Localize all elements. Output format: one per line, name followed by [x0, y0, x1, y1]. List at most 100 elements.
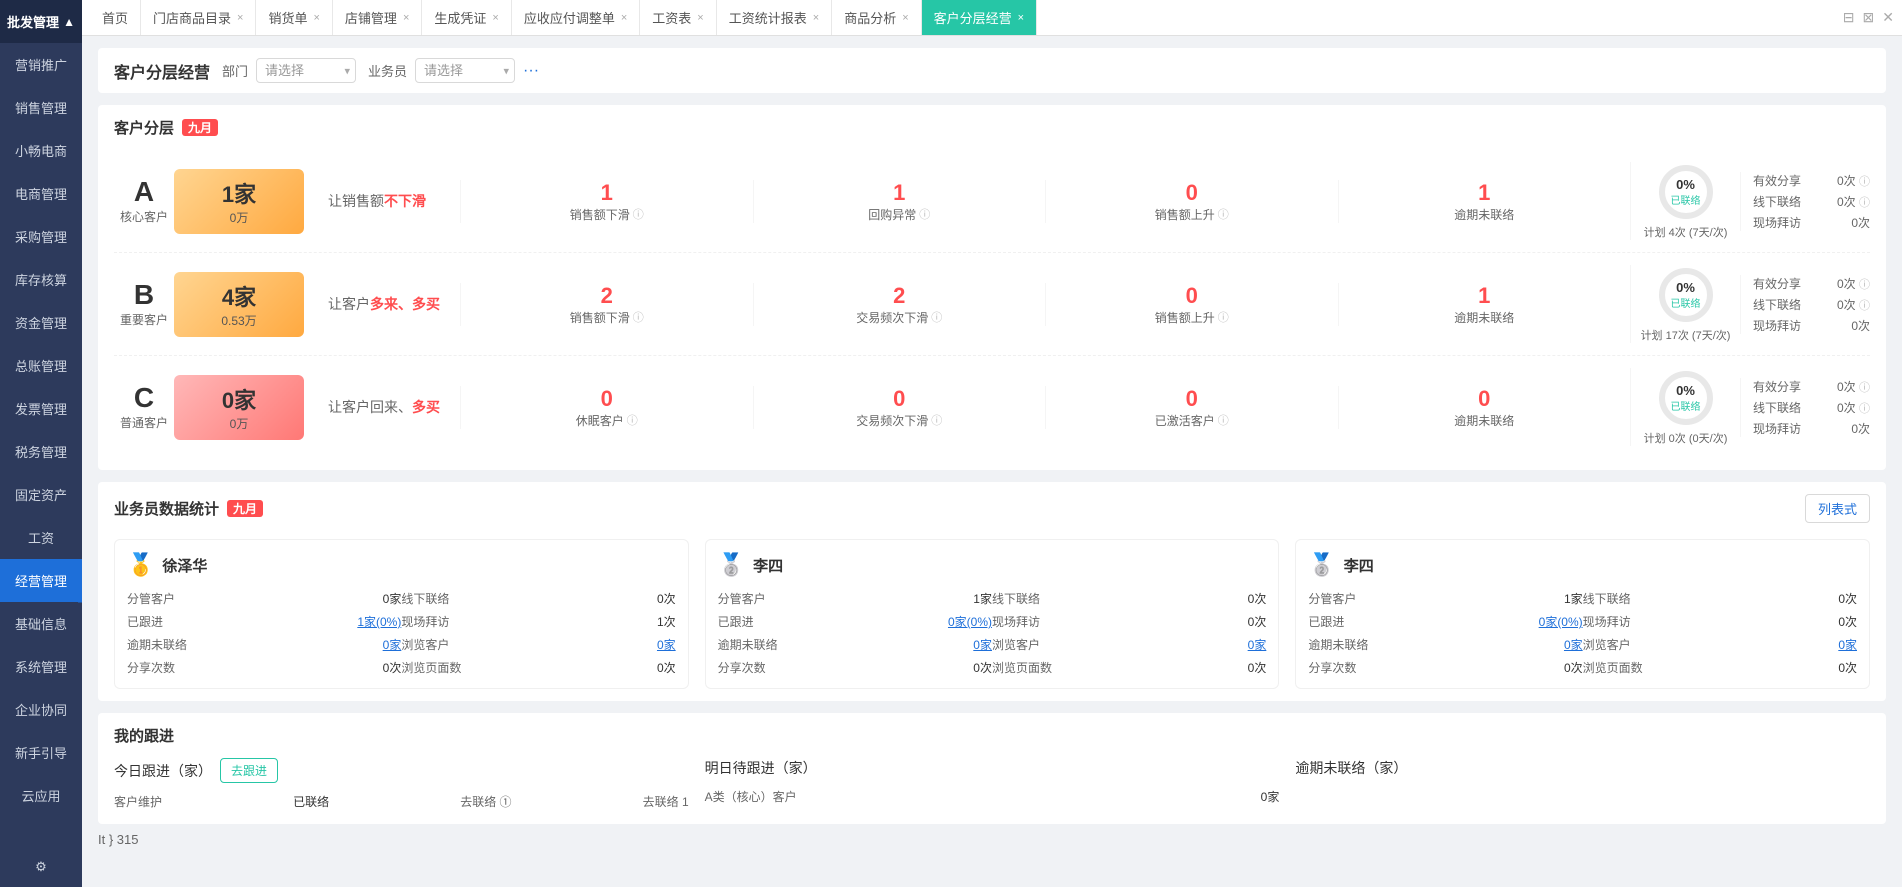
tier-B-slogan: 让客户多来、多买: [320, 294, 460, 314]
tier-A-stat-1[interactable]: 1 销售额下滑ⓘ: [460, 180, 753, 223]
followup-section: 我的跟进 今日跟进（家） 去跟进 客户维护已联络去联络 ①去联络 1 明日待跟进…: [98, 713, 1886, 824]
salesperson-card-0: 🥇 徐泽华 分管客户0家 线下联络0次 已跟进1家(0%) 现场拜访1次 逾期未…: [114, 539, 689, 689]
sales-header: 业务员数据统计 九月 列表式: [114, 494, 1870, 523]
goto-followup-button[interactable]: 去跟进: [220, 758, 278, 783]
tier-B-stat-2[interactable]: 2 交易频次下滑ⓘ: [753, 283, 1046, 326]
followup-card-overdue: 逾期未联络（家）: [1295, 758, 1870, 812]
tier-B-circle: 0% 已联络 计划 17次 (7天/次): [1630, 265, 1740, 343]
salesperson-grid: 🥇 徐泽华 分管客户0家 线下联络0次 已跟进1家(0%) 现场拜访1次 逾期未…: [114, 539, 1870, 689]
salesperson-select[interactable]: 请选择: [415, 58, 515, 83]
sidebar-item-ledger[interactable]: 总账管理: [0, 344, 82, 387]
sidebar-item-collab[interactable]: 企业协同: [0, 688, 82, 731]
tier-B-stat-4[interactable]: 1 逾期未联络: [1338, 283, 1631, 326]
tier-C-stats: 0 休眠客户ⓘ 0 交易频次下滑ⓘ 0 已激活客户ⓘ 0 逾期未联络: [460, 386, 1630, 429]
sp-header-2: 🥈 李四: [1308, 552, 1857, 578]
sp-avatar-2: 🥈: [1308, 552, 1335, 578]
sidebar-item-basics[interactable]: 基础信息: [0, 602, 82, 645]
tier-A-stat-4[interactable]: 1 逾期未联络: [1338, 180, 1631, 223]
sidebar-item-invoice[interactable]: 发票管理: [0, 387, 82, 430]
tier-C-mini-stats: 有效分享0次 ⓘ 线下联络0次 ⓘ 现场拜访0次: [1740, 378, 1870, 437]
list-view-button[interactable]: 列表式: [1805, 494, 1870, 523]
tab-close-product-analysis[interactable]: ×: [902, 12, 908, 24]
sp-header-1: 🥈 李四: [718, 552, 1267, 578]
followup-today-row-1: 客户维护已联络去联络 ①去联络 1: [114, 791, 689, 812]
customer-month-badge: 九月: [182, 119, 218, 136]
followup-tomorrow-row-1: A类（核心）客户0家: [705, 786, 1280, 807]
sp-stats-2: 分管客户1家 线下联络0次 已跟进0家(0%) 现场拜访0次 逾期未联络0家 浏…: [1308, 590, 1857, 676]
sp-avatar-1: 🥈: [718, 552, 745, 578]
tab-close-payroll-report[interactable]: ×: [813, 12, 819, 24]
tier-row-C: C 普通客户 0家 0万 让客户回来、多买 0 休眠客户ⓘ 0: [114, 356, 1870, 458]
tab-voucher[interactable]: 生成凭证×: [422, 0, 511, 36]
close-icon[interactable]: ✕: [1882, 9, 1894, 26]
followup-tomorrow-title: 明日待跟进（家）: [705, 758, 1280, 778]
dept-filter: 部门 请选择: [222, 58, 356, 83]
tab-customer-tier[interactable]: 客户分层经营×: [922, 0, 1037, 36]
tab-product-analysis[interactable]: 商品分析×: [832, 0, 921, 36]
sidebar-item-assets[interactable]: 固定资产: [0, 473, 82, 516]
dept-label: 部门: [222, 61, 248, 80]
tier-C-stat-4[interactable]: 0 逾期未联络: [1338, 386, 1631, 429]
sidebar-item-purchase[interactable]: 采购管理: [0, 215, 82, 258]
tab-home[interactable]: 首页: [90, 0, 141, 36]
tab-close-customer-tier[interactable]: ×: [1018, 12, 1024, 24]
sidebar-item-management[interactable]: 经营管理: [0, 559, 82, 602]
sidebar-item-tax[interactable]: 税务管理: [0, 430, 82, 473]
sidebar-item-guide[interactable]: 新手引导: [0, 731, 82, 774]
tab-close-sales-order[interactable]: ×: [313, 12, 319, 24]
sidebar-item-system[interactable]: 系统管理: [0, 645, 82, 688]
tier-B-stat-1[interactable]: 2 销售额下滑ⓘ: [460, 283, 753, 326]
minimize-icon[interactable]: ⊟: [1843, 9, 1855, 26]
sp-name-2: 李四: [1344, 555, 1374, 576]
tab-close-voucher[interactable]: ×: [492, 12, 498, 24]
maximize-icon[interactable]: ⊠: [1863, 9, 1875, 26]
tab-close-store-products[interactable]: ×: [237, 12, 243, 24]
sidebar-item-sales[interactable]: 销售管理: [0, 86, 82, 129]
tier-C-stat-2[interactable]: 0 交易频次下滑ⓘ: [753, 386, 1046, 429]
tab-store-mgmt[interactable]: 店铺管理×: [333, 0, 422, 36]
dept-select[interactable]: 请选择: [256, 58, 356, 83]
sidebar-item-salary[interactable]: 工资: [0, 516, 82, 559]
tier-A-count-box[interactable]: 1家 0万: [174, 169, 304, 234]
sales-section: 业务员数据统计 九月 列表式 🥇 徐泽华 分管客户0家 线下联络0次 已跟进1家…: [98, 482, 1886, 701]
more-options-icon[interactable]: ···: [523, 62, 539, 80]
tab-close-ar-ap[interactable]: ×: [621, 12, 627, 24]
sp-stats-1: 分管客户1家 线下联络0次 已跟进0家(0%) 现场拜访0次 逾期未联络0家 浏…: [718, 590, 1267, 676]
tier-A-stats: 1 销售额下滑ⓘ 1 回购异常ⓘ 0 销售额上升ⓘ 1 逾期未联络: [460, 180, 1630, 223]
tab-store-products[interactable]: 门店商品目录×: [141, 0, 256, 36]
tab-close-store-mgmt[interactable]: ×: [403, 12, 409, 24]
sales-month-badge: 九月: [227, 500, 263, 517]
sidebar: 批发管理 ▲ 营销推广 销售管理 小畅电商 电商管理 采购管理 库存核算 资金管…: [0, 0, 82, 887]
followup-grid: 今日跟进（家） 去跟进 客户维护已联络去联络 ①去联络 1 明日待跟进（家） A…: [114, 758, 1870, 812]
sidebar-item-finance[interactable]: 资金管理: [0, 301, 82, 344]
sidebar-item-marketing[interactable]: 营销推广: [0, 43, 82, 86]
tier-B-stat-3[interactable]: 0 销售额上升ⓘ: [1045, 283, 1338, 326]
sidebar-item-ecommerce[interactable]: 电商管理: [0, 172, 82, 215]
tier-C-count-box[interactable]: 0家 0万: [174, 375, 304, 440]
expand-icon[interactable]: ▲: [63, 15, 75, 29]
tier-A-label: A 核心客户: [114, 178, 174, 225]
page-title: 客户分层经营: [114, 59, 210, 83]
tier-C-stat-3[interactable]: 0 已激活客户ⓘ: [1045, 386, 1338, 429]
sp-stats-0: 分管客户0家 线下联络0次 已跟进1家(0%) 现场拜访1次 逾期未联络0家 浏…: [127, 590, 676, 676]
tier-A-slogan: 让销售额不下滑: [320, 191, 460, 211]
followup-card-tomorrow: 明日待跟进（家） A类（核心）客户0家: [705, 758, 1280, 812]
tier-C-stat-1[interactable]: 0 休眠客户ⓘ: [460, 386, 753, 429]
tab-sales-order[interactable]: 销货单×: [256, 0, 332, 36]
tier-A-stat-2[interactable]: 1 回购异常ⓘ: [753, 180, 1046, 223]
tab-ar-ap[interactable]: 应收应付调整单×: [512, 0, 640, 36]
page-header: 客户分层经营 部门 请选择 业务员 请选择 ···: [98, 48, 1886, 93]
sp-avatar-0: 🥇: [127, 552, 154, 578]
tier-A-stat-3[interactable]: 0 销售额上升ⓘ: [1045, 180, 1338, 223]
sidebar-item-inventory[interactable]: 库存核算: [0, 258, 82, 301]
tier-B-count-box[interactable]: 4家 0.53万: [174, 272, 304, 337]
sidebar-header: 批发管理 ▲: [0, 0, 82, 43]
main-area: 首页 门店商品目录× 销货单× 店铺管理× 生成凭证× 应收应付调整单× 工资表…: [82, 0, 1902, 887]
sidebar-item-cloud[interactable]: 云应用: [0, 774, 82, 817]
tab-close-payroll[interactable]: ×: [697, 12, 703, 24]
tier-row-A: A 核心客户 1家 0万 让销售额不下滑 1 销售额下滑ⓘ 1: [114, 150, 1870, 253]
settings-button[interactable]: ⚙: [0, 847, 82, 887]
tab-payroll[interactable]: 工资表×: [640, 0, 716, 36]
tab-payroll-report[interactable]: 工资统计报表×: [717, 0, 832, 36]
sidebar-item-ecommerce-small[interactable]: 小畅电商: [0, 129, 82, 172]
